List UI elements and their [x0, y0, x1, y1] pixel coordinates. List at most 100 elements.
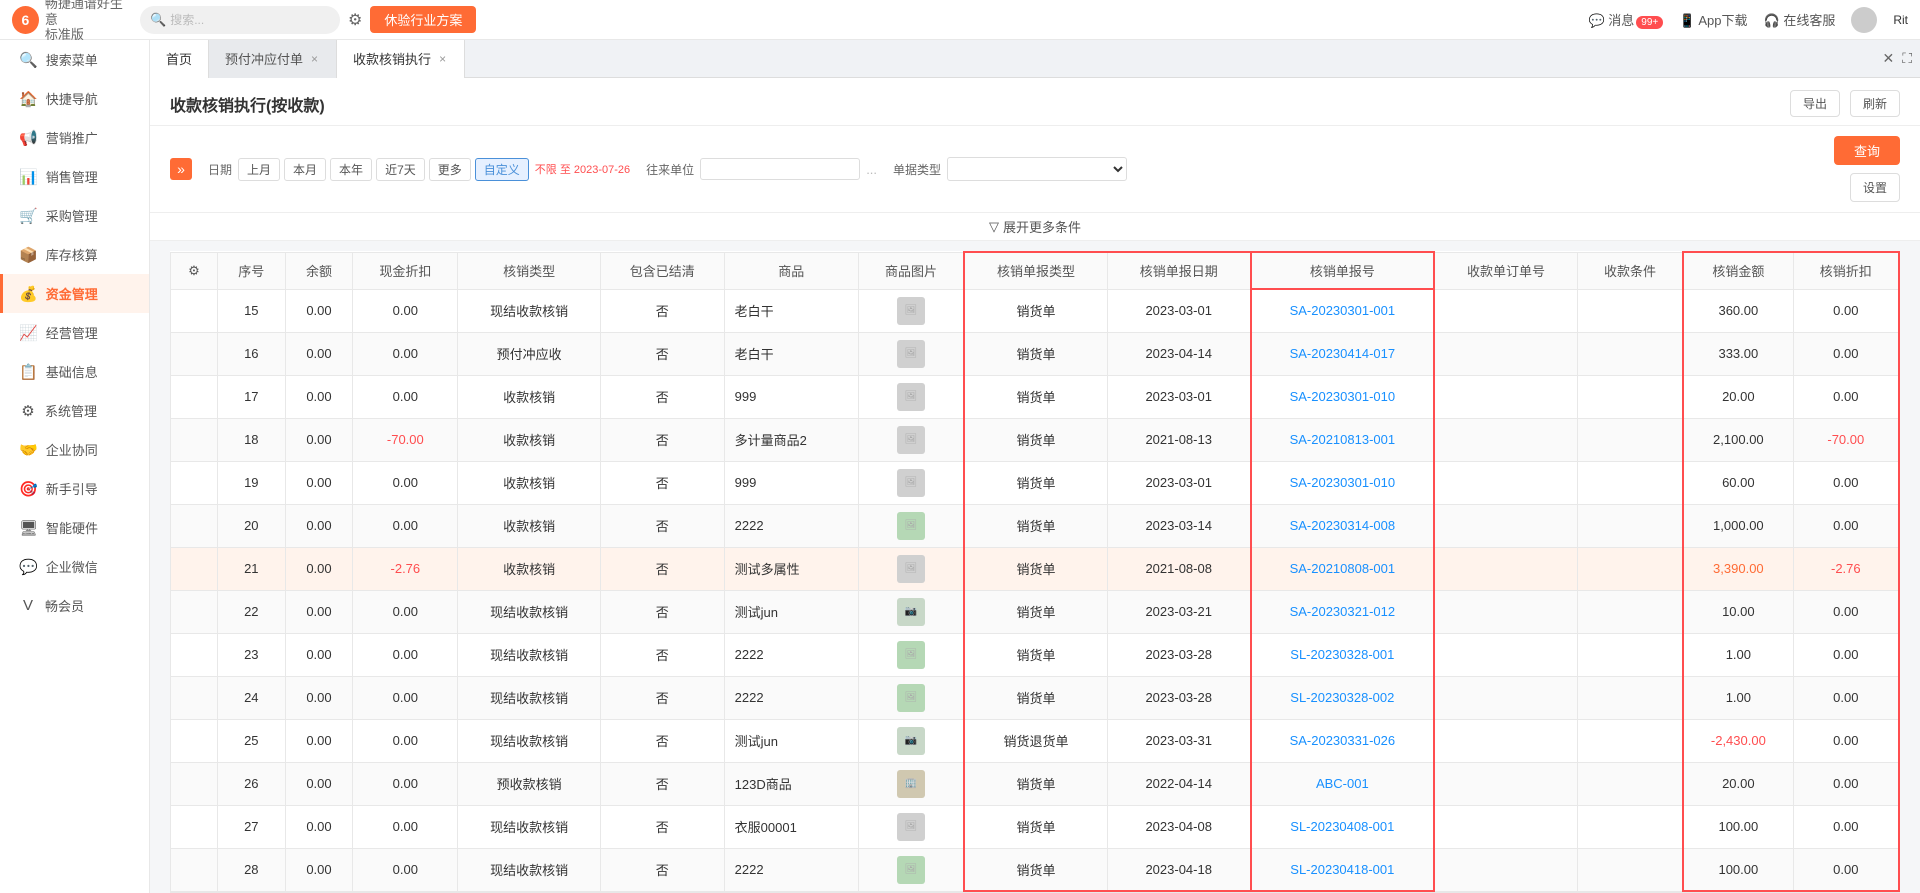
cell-receipt_condition: [1577, 590, 1683, 633]
cell-verify_bill_no[interactable]: SA-20230414-017: [1251, 332, 1435, 375]
user-avatar[interactable]: [1851, 7, 1877, 33]
sidebar-item-营销推广[interactable]: 📢营销推广: [0, 118, 149, 157]
sidebar-item-新手引导[interactable]: 🎯新手引导: [0, 469, 149, 508]
filter-bar: » 日期 上月 本月 本年 近7天 更多 自定义 不限 至 2023-07-26…: [150, 126, 1920, 213]
cell-verify_bill_no[interactable]: ABC-001: [1251, 762, 1435, 805]
col-header-receipt_order_no: 收款单订单号: [1434, 252, 1577, 289]
settings-icon[interactable]: ⚙: [348, 10, 362, 30]
cell-receipt_order_no: [1434, 848, 1577, 891]
bill-no-link[interactable]: SA-20230301-001: [1290, 303, 1396, 318]
cell-verify_bill_no[interactable]: SA-20230331-026: [1251, 719, 1435, 762]
sidebar-item-系统管理[interactable]: ⚙系统管理: [0, 391, 149, 430]
col-header-verify_bill_no: 核销单报号: [1251, 252, 1435, 289]
cell-verify_bill_no[interactable]: SL-20230328-001: [1251, 633, 1435, 676]
bill-no-link[interactable]: ABC-001: [1316, 776, 1369, 791]
online-service-link[interactable]: 🎧 在线客服: [1764, 10, 1836, 29]
date-this-month[interactable]: 本月: [284, 158, 326, 181]
cell-verify_bill_date: 2021-08-13: [1107, 418, 1250, 461]
cell-verify_amount: 20.00: [1683, 762, 1793, 805]
close-window-icon[interactable]: ✕: [1882, 50, 1894, 67]
sidebar-item-icon: 💰: [19, 285, 38, 303]
table-settings-icon[interactable]: ⚙: [188, 263, 200, 278]
table-row: 190.000.00收款核销否999🖼销货单2023-03-01SA-20230…: [171, 461, 1900, 504]
cell-settings: [171, 332, 218, 375]
export-btn[interactable]: 导出: [1790, 90, 1840, 117]
filter-toggle-btn[interactable]: »: [170, 158, 192, 180]
cell-product_img: 🖼: [858, 504, 964, 547]
expand-more-bar[interactable]: ▽ 展开更多条件: [150, 213, 1920, 241]
cell-verify_bill_no[interactable]: SL-20230328-002: [1251, 676, 1435, 719]
tab-close-icon[interactable]: ×: [437, 51, 448, 67]
sidebar-item-label: 资金管理: [46, 284, 98, 303]
sidebar-item-基础信息[interactable]: 📋基础信息: [0, 352, 149, 391]
cell-verify_bill_type: 销货单: [964, 418, 1107, 461]
filter-settings-btn[interactable]: 设置: [1850, 173, 1900, 202]
sidebar-item-经营管理[interactable]: 📈经营管理: [0, 313, 149, 352]
bill-no-link[interactable]: SL-20230328-001: [1290, 647, 1394, 662]
bill-no-link[interactable]: SA-20230314-008: [1290, 518, 1396, 533]
tab-预付冲应付单[interactable]: 预付冲应付单×: [209, 40, 337, 78]
cell-verify_bill_no[interactable]: SA-20230301-001: [1251, 289, 1435, 332]
cell-verify_type: 预付冲应收: [458, 332, 601, 375]
sidebar-item-畅会员[interactable]: V畅会员: [0, 586, 149, 625]
cell-verify_bill_no[interactable]: SA-20230321-012: [1251, 590, 1435, 633]
cell-included_settled: 否: [600, 719, 724, 762]
sidebar-item-智能硬件[interactable]: 🖥智能硬件: [0, 508, 149, 547]
date-more[interactable]: 更多: [429, 158, 471, 181]
cell-verify_bill_no[interactable]: SL-20230418-001: [1251, 848, 1435, 891]
bill-no-link[interactable]: SL-20230328-002: [1290, 690, 1394, 705]
bill-no-link[interactable]: SA-20230301-010: [1290, 475, 1396, 490]
unit-input[interactable]: [700, 158, 860, 180]
maximize-icon[interactable]: ⛶: [1902, 50, 1912, 67]
sidebar-item-搜索菜单[interactable]: 🔍搜索菜单: [0, 40, 149, 79]
sidebar-item-采购管理[interactable]: 🛒采购管理: [0, 196, 149, 235]
date-this-year[interactable]: 本年: [330, 158, 372, 181]
sidebar-item-库存核算[interactable]: 📦库存核算: [0, 235, 149, 274]
cell-verify_bill_date: 2023-03-28: [1107, 676, 1250, 719]
bill-no-link[interactable]: SA-20230301-010: [1290, 389, 1396, 404]
sidebar-item-企业微信[interactable]: 💬企业微信: [0, 547, 149, 586]
table-row: 200.000.00收款核销否2222🖼销货单2023-03-14SA-2023…: [171, 504, 1900, 547]
bill-no-link[interactable]: SL-20230408-001: [1290, 819, 1394, 834]
bill-no-link[interactable]: SA-20210808-001: [1290, 561, 1396, 576]
product-img: 🖼: [897, 856, 925, 884]
bill-no-link[interactable]: SA-20230414-017: [1290, 346, 1396, 361]
cell-verify_bill_no[interactable]: SL-20230408-001: [1251, 805, 1435, 848]
cell-verify_bill_no[interactable]: SA-20230301-010: [1251, 375, 1435, 418]
cell-seq: 17: [217, 375, 285, 418]
cell-verify_bill_no[interactable]: SA-20210813-001: [1251, 418, 1435, 461]
industry-btn[interactable]: 休验行业方案: [370, 6, 476, 33]
bill-no-link[interactable]: SA-20210813-001: [1290, 432, 1396, 447]
date-last-month[interactable]: 上月: [238, 158, 280, 181]
cell-verify_bill_no[interactable]: SA-20210808-001: [1251, 547, 1435, 590]
sidebar-item-label: 库存核算: [46, 245, 98, 264]
cell-verify_bill_no[interactable]: SA-20230314-008: [1251, 504, 1435, 547]
message-link[interactable]: 💬 消息99+: [1588, 10, 1663, 29]
cell-seq: 24: [217, 676, 285, 719]
sidebar-item-快捷导航[interactable]: 🏠快捷导航: [0, 79, 149, 118]
receipt-type-select[interactable]: [947, 157, 1127, 181]
date-custom[interactable]: 自定义: [475, 158, 529, 181]
cell-product_img: 🖼: [858, 848, 964, 891]
bill-no-link[interactable]: SL-20230418-001: [1290, 862, 1394, 877]
tab-close-icon[interactable]: ×: [309, 51, 320, 67]
tab-收款核销执行[interactable]: 收款核销执行×: [337, 40, 465, 78]
sidebar-item-icon: 📈: [19, 324, 38, 342]
sidebar-item-企业协同[interactable]: 🤝企业协同: [0, 430, 149, 469]
cell-verify_bill_no[interactable]: SA-20230301-010: [1251, 461, 1435, 504]
top-search[interactable]: 🔍 搜索...: [140, 6, 340, 34]
query-btn[interactable]: 查询: [1834, 136, 1900, 165]
refresh-btn[interactable]: 刷新: [1850, 90, 1900, 117]
bill-no-link[interactable]: SA-20230321-012: [1290, 604, 1396, 619]
sidebar-item-销售管理[interactable]: 📊销售管理: [0, 157, 149, 196]
cell-seq: 27: [217, 805, 285, 848]
cell-receipt_order_no: [1434, 762, 1577, 805]
cell-cash_discount: 0.00: [353, 762, 458, 805]
tab-首页[interactable]: 首页: [150, 40, 209, 78]
sidebar-item-label: 智能硬件: [46, 518, 98, 537]
app-download-link[interactable]: 📱 App下载: [1679, 10, 1747, 29]
sidebar-item-资金管理[interactable]: 💰 资金管理: [0, 274, 149, 313]
date-7days[interactable]: 近7天: [376, 158, 425, 181]
bill-no-link[interactable]: SA-20230331-026: [1290, 733, 1396, 748]
table-row: 240.000.00现结收款核销否2222🖼销货单2023-03-28SL-20…: [171, 676, 1900, 719]
